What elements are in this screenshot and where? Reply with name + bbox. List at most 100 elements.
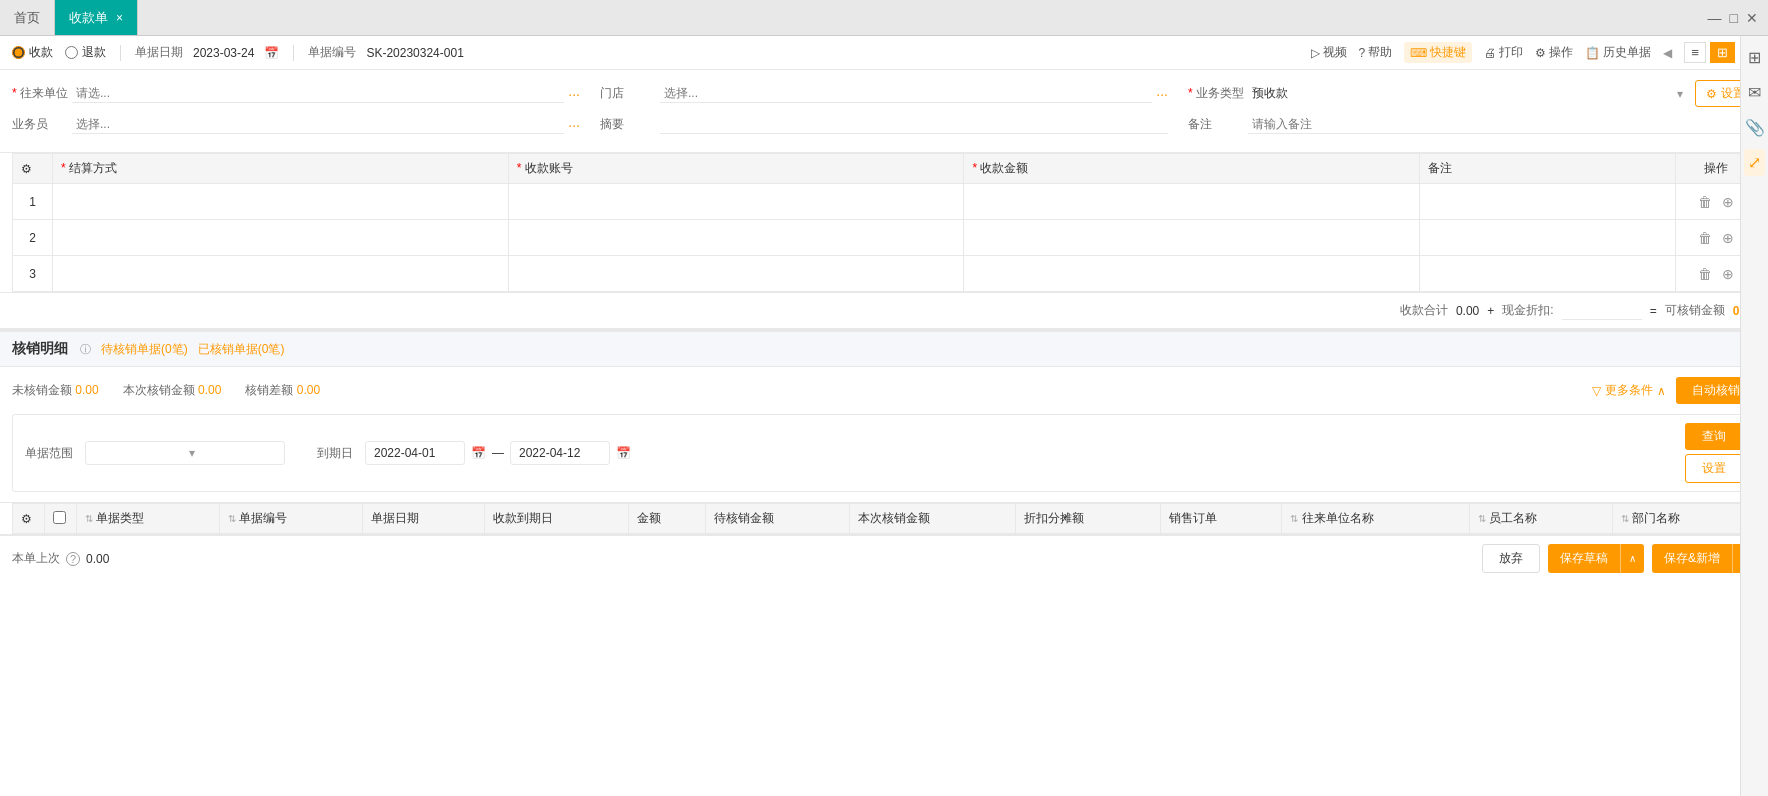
form-area: 往来单位 ··· 门店 ··· 业务类型 预收款 ▾ ⚙ 设置	[0, 70, 1768, 153]
reconcile-info-icon[interactable]: ⓘ	[80, 342, 91, 357]
minimize-btn[interactable]: —	[1708, 10, 1722, 26]
remark-cell-1[interactable]	[1420, 184, 1676, 220]
table-settings-icon[interactable]: ⚙	[21, 162, 32, 176]
radio-refund[interactable]: 退款	[65, 44, 106, 61]
counterpart-more-icon[interactable]: ···	[568, 86, 580, 102]
store-more-icon[interactable]: ···	[1156, 86, 1168, 102]
save-new-main-btn[interactable]: 保存&新增	[1652, 544, 1732, 573]
reconcile-summary-row: 未核销金额 0.00 本次核销金额 0.00 核销差额 0.00 ▽ 更多条件 …	[12, 377, 1756, 404]
prev-btn[interactable]: ◀	[1663, 46, 1672, 60]
date-from-input[interactable]	[365, 441, 465, 465]
bill-type-header[interactable]: ⇅ 单据类型	[77, 504, 220, 534]
table-settings-header[interactable]: ⚙	[13, 154, 53, 184]
radio-receipt[interactable]: 收款	[12, 44, 53, 61]
bottom-table-settings-icon[interactable]: ⚙	[21, 512, 32, 526]
counterpart-header[interactable]: ⇅ 往来单位名称	[1282, 504, 1470, 534]
reconcile-title: 核销明细	[12, 340, 68, 358]
total-value: 0.00	[1456, 304, 1479, 318]
range-select[interactable]: ▾	[85, 441, 285, 465]
amount-cell-1[interactable]	[964, 184, 1420, 220]
receipt-type-group: 收款 退款	[12, 44, 106, 61]
reconcile-area: 未核销金额 0.00 本次核销金额 0.00 核销差额 0.00 ▽ 更多条件 …	[0, 367, 1768, 503]
remark-input[interactable]	[1248, 115, 1756, 134]
tab-home[interactable]: 首页	[0, 0, 55, 35]
copy-row-3-btn[interactable]: ⊕	[1720, 264, 1736, 284]
reconcile-section-header: 核销明细 ⓘ 待核销单据(0笔) 已核销单据(0笔)	[0, 328, 1768, 367]
shortcuts-icon: ⌨	[1410, 46, 1427, 60]
delete-row-2-btn[interactable]: 🗑	[1696, 228, 1714, 248]
grid-view-btn[interactable]: ⊞	[1710, 42, 1735, 63]
calendar-from-icon[interactable]: 📅	[471, 446, 486, 460]
remark-cell-3[interactable]	[1420, 256, 1676, 292]
sidebar-expand-icon[interactable]: ⤢	[1744, 149, 1765, 176]
settle-method-cell-3[interactable]	[53, 256, 509, 292]
account-cell-2[interactable]	[508, 220, 964, 256]
help-action[interactable]: ? 帮助	[1359, 44, 1393, 61]
counterpart-input[interactable]	[72, 84, 564, 103]
table-row: 3 🗑 ⊕	[13, 256, 1756, 292]
settle-method-cell-2[interactable]	[53, 220, 509, 256]
amount-header: 收款金额	[964, 154, 1420, 184]
query-btn[interactable]: 查询	[1685, 423, 1743, 450]
account-cell-1[interactable]	[508, 184, 964, 220]
more-conditions-btn[interactable]: ▽ 更多条件 ∧	[1592, 382, 1666, 399]
filter-row: 单据范围 ▾ 到期日 📅 — 📅 查询 设置	[12, 414, 1756, 492]
remark-label: 备注	[1188, 116, 1248, 133]
staff-input[interactable]	[72, 115, 564, 134]
copy-row-1-btn[interactable]: ⊕	[1720, 192, 1736, 212]
calendar-icon[interactable]: 📅	[264, 46, 279, 60]
sales-order-header: 销售订单	[1160, 504, 1282, 534]
biz-type-field: 业务类型 预收款 ▾ ⚙ 设置	[1188, 80, 1756, 107]
settle-method-cell-1[interactable]	[53, 184, 509, 220]
bill-number-header[interactable]: ⇅ 单据编号	[219, 504, 362, 534]
department-header[interactable]: ⇅ 部门名称	[1613, 504, 1756, 534]
discard-btn[interactable]: 放弃	[1482, 544, 1540, 573]
operations-action[interactable]: ⚙ 操作	[1535, 44, 1573, 61]
store-input[interactable]	[660, 84, 1152, 103]
plus-sign: +	[1487, 304, 1494, 318]
list-view-btn[interactable]: ≡	[1684, 42, 1706, 63]
select-all-checkbox[interactable]	[53, 511, 66, 524]
amount-cell-3[interactable]	[964, 256, 1420, 292]
shortcuts-action[interactable]: ⌨ 快捷键	[1404, 42, 1472, 63]
biz-type-dropdown-icon[interactable]: ▾	[1677, 87, 1683, 101]
copy-row-2-btn[interactable]: ⊕	[1720, 228, 1736, 248]
account-header: 收款账号	[508, 154, 964, 184]
pending-tab-link[interactable]: 待核销单据(0笔)	[101, 341, 188, 358]
settings-col-header[interactable]: ⚙	[13, 504, 45, 534]
summary-input[interactable]	[660, 115, 1168, 134]
done-tab-link[interactable]: 已核销单据(0笔)	[198, 341, 285, 358]
checkbox-col-header[interactable]	[45, 504, 77, 534]
remark-cell-2[interactable]	[1420, 220, 1676, 256]
delete-row-1-btn[interactable]: 🗑	[1696, 192, 1714, 212]
filter-settings-btn[interactable]: 设置	[1685, 454, 1743, 483]
sidebar-attachment-icon[interactable]: 📎	[1741, 114, 1769, 141]
range-dropdown-icon: ▾	[189, 446, 276, 460]
delete-row-3-btn[interactable]: 🗑	[1696, 264, 1714, 284]
top-toolbar: 收款 退款 单据日期 2023-03-24 📅 单据编号 SK-20230324…	[0, 36, 1768, 70]
history-action[interactable]: 📋 历史单据	[1585, 44, 1651, 61]
date-to-input[interactable]	[510, 441, 610, 465]
save-draft-main-btn[interactable]: 保存草稿	[1548, 544, 1620, 573]
account-cell-3[interactable]	[508, 256, 964, 292]
video-icon: ▷	[1311, 46, 1320, 60]
close-btn[interactable]: ✕	[1746, 10, 1758, 26]
video-action[interactable]: ▷ 视频	[1311, 44, 1347, 61]
discount-input[interactable]	[1562, 301, 1642, 320]
tab-receipt[interactable]: 收款单 ×	[55, 0, 138, 35]
amount-cell-2[interactable]	[964, 220, 1420, 256]
footer-info-icon[interactable]: ?	[66, 552, 80, 566]
staff-header[interactable]: ⇅ 员工名称	[1470, 504, 1613, 534]
print-action[interactable]: 🖨 打印	[1484, 44, 1523, 61]
bill-number-sort-icon: ⇅	[228, 513, 236, 524]
maximize-btn[interactable]: □	[1730, 10, 1738, 26]
staff-more-icon[interactable]: ···	[568, 117, 580, 133]
operations-icon: ⚙	[1535, 46, 1546, 60]
date-range: 📅 — 📅	[365, 441, 631, 465]
save-draft-dropdown-btn[interactable]: ∧	[1620, 544, 1644, 573]
tab-receipt-close[interactable]: ×	[116, 11, 123, 25]
right-sidebar: ⊞ ✉ 📎 ⤢	[1740, 36, 1768, 796]
calendar-to-icon[interactable]: 📅	[616, 446, 631, 460]
sidebar-table-icon[interactable]: ⊞	[1744, 44, 1765, 71]
sidebar-email-icon[interactable]: ✉	[1744, 79, 1765, 106]
